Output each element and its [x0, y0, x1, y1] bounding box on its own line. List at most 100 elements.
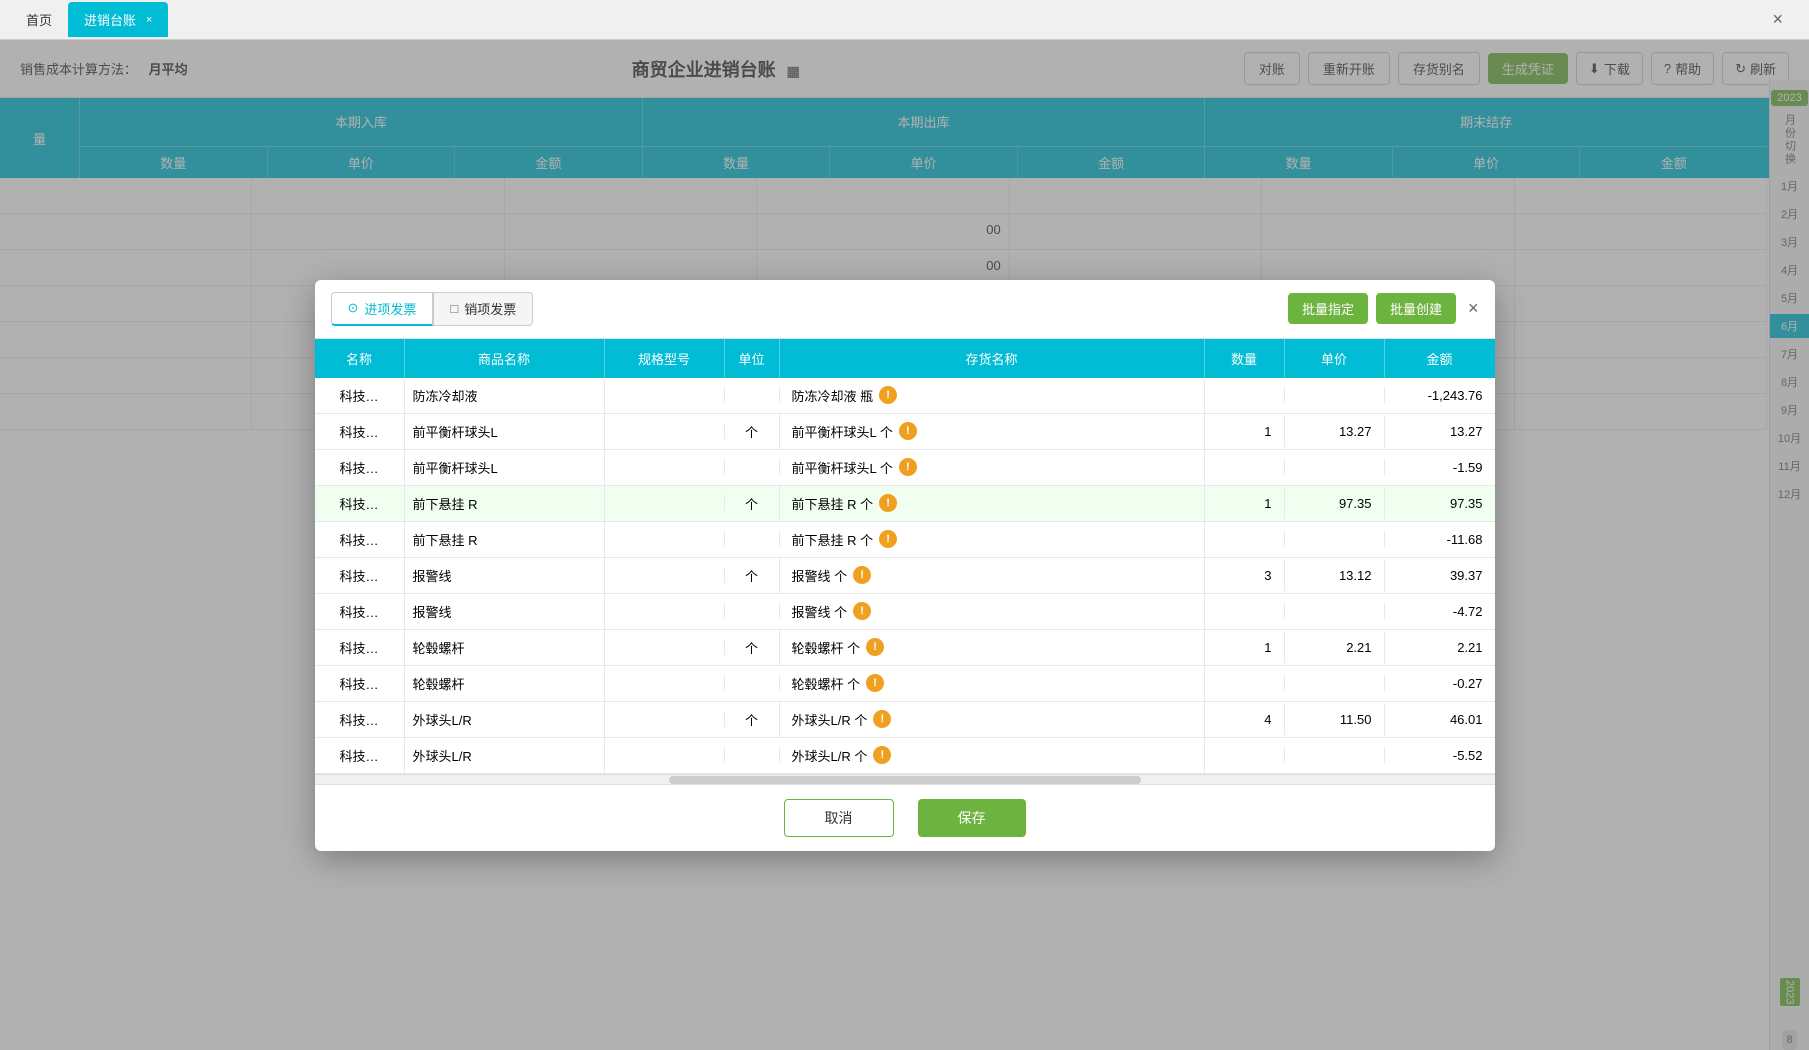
tab-ledger[interactable]: 进销台账 × [68, 2, 168, 37]
cell-unit [725, 747, 780, 763]
cell-amount: 39.37 [1385, 560, 1495, 591]
cell-qty [1205, 459, 1285, 475]
cell-price [1285, 675, 1385, 691]
cell-amount: -1,243.76 [1385, 380, 1495, 411]
cell-price [1285, 459, 1385, 475]
cell-product: 报警线 [405, 594, 605, 629]
cell-unit [725, 531, 780, 547]
table-row[interactable]: 科技… 外球头L/R 个 外球头L/R 个 ! 4 11.50 46.01 [315, 702, 1495, 738]
warning-icon: ! [899, 458, 917, 476]
cell-qty: 4 [1205, 704, 1285, 735]
cell-spec [605, 531, 725, 547]
cell-spec [605, 567, 725, 583]
tab-close-icon[interactable]: × [146, 14, 152, 26]
cell-price [1285, 747, 1385, 763]
cell-product: 前下悬挂 R [405, 522, 605, 557]
tab-home[interactable]: 首页 [10, 2, 68, 37]
tab-incoming-invoice[interactable]: ⊙ 进项发票 [331, 292, 434, 326]
cell-amount: -4.72 [1385, 596, 1495, 627]
cell-stock: 报警线 个 ! [780, 558, 1205, 593]
cell-spec [605, 747, 725, 763]
cell-unit [725, 603, 780, 619]
modal-table-body: 科技… 防冻冷却液 防冻冷却液 瓶 ! -1,243.76 科技… 前平衡杆球头… [315, 378, 1495, 774]
table-row[interactable]: 科技… 外球头L/R 外球头L/R 个 ! -5.52 [315, 738, 1495, 774]
cell-qty [1205, 675, 1285, 691]
col-header-qty: 数量 [1205, 339, 1285, 378]
cell-amount: -1.59 [1385, 452, 1495, 483]
table-row[interactable]: 科技… 轮毂螺杆 个 轮毂螺杆 个 ! 1 2.21 2.21 [315, 630, 1495, 666]
cell-amount: 13.27 [1385, 416, 1495, 447]
modal-overlay: ⊙ 进项发票 □ 销项发票 批量指定 批量创建 × 名称 [0, 40, 1809, 1050]
cell-price [1285, 531, 1385, 547]
cell-unit: 个 [725, 414, 780, 449]
cell-unit: 个 [725, 558, 780, 593]
table-row[interactable]: 科技… 前下悬挂 R 个 前下悬挂 R 个 ! 1 97.35 97.35 [315, 486, 1495, 522]
cell-stock: 报警线 个 ! [780, 594, 1205, 629]
col-header-stock: 存货名称 [780, 339, 1205, 378]
warning-icon: ! [873, 746, 891, 764]
batch-create-button[interactable]: 批量创建 [1376, 293, 1456, 324]
cell-price: 11.50 [1285, 704, 1385, 735]
table-row[interactable]: 科技… 轮毂螺杆 轮毂螺杆 个 ! -0.27 [315, 666, 1495, 702]
cell-product: 外球头L/R [405, 702, 605, 737]
save-button[interactable]: 保存 [918, 799, 1026, 837]
cell-unit: 个 [725, 486, 780, 521]
col-header-price: 单价 [1285, 339, 1385, 378]
cell-unit [725, 459, 780, 475]
outgoing-invoice-icon: □ [450, 301, 458, 316]
modal-close-button[interactable]: × [1468, 298, 1479, 319]
cell-spec [605, 675, 725, 691]
cell-product: 前平衡杆球头L [405, 450, 605, 485]
cell-unit: 个 [725, 630, 780, 665]
table-row[interactable]: 科技… 报警线 报警线 个 ! -4.72 [315, 594, 1495, 630]
cell-product: 轮毂螺杆 [405, 666, 605, 701]
cell-price: 13.12 [1285, 560, 1385, 591]
cell-name: 科技… [315, 558, 405, 593]
modal-table-header: 名称 商品名称 规格型号 单位 存货名称 数量 单价 金额 [315, 339, 1495, 378]
warning-icon: ! [899, 422, 917, 440]
modal-tabs: ⊙ 进项发票 □ 销项发票 [331, 292, 534, 326]
cancel-button[interactable]: 取消 [784, 799, 894, 837]
modal-table: 名称 商品名称 规格型号 单位 存货名称 数量 单价 金额 科技… 防冻冷却液 … [315, 339, 1495, 784]
cell-price: 2.21 [1285, 632, 1385, 663]
cell-name: 科技… [315, 450, 405, 485]
modal-header-buttons: 批量指定 批量创建 [1288, 293, 1456, 324]
tab-outgoing-invoice[interactable]: □ 销项发票 [433, 292, 533, 326]
table-row[interactable]: 科技… 前下悬挂 R 前下悬挂 R 个 ! -11.68 [315, 522, 1495, 558]
cell-spec [605, 603, 725, 619]
cell-name: 科技… [315, 594, 405, 629]
cell-qty [1205, 747, 1285, 763]
batch-assign-button[interactable]: 批量指定 [1288, 293, 1368, 324]
col-header-amount: 金额 [1385, 339, 1495, 378]
cell-stock: 防冻冷却液 瓶 ! [780, 378, 1205, 413]
warning-icon: ! [853, 602, 871, 620]
horizontal-scrollbar[interactable] [315, 774, 1495, 784]
cell-stock: 外球头L/R 个 ! [780, 702, 1205, 737]
cell-qty [1205, 603, 1285, 619]
cell-stock: 前下悬挂 R 个 ! [780, 486, 1205, 521]
col-header-product: 商品名称 [405, 339, 605, 378]
cell-amount: -11.68 [1385, 524, 1495, 555]
table-row[interactable]: 科技… 前平衡杆球头L 前平衡杆球头L 个 ! -1.59 [315, 450, 1495, 486]
cell-name: 科技… [315, 522, 405, 557]
cell-stock: 轮毂螺杆 个 ! [780, 630, 1205, 665]
cell-spec [605, 423, 725, 439]
table-row[interactable]: 科技… 防冻冷却液 防冻冷却液 瓶 ! -1,243.76 [315, 378, 1495, 414]
cell-stock: 前下悬挂 R 个 ! [780, 522, 1205, 557]
table-row[interactable]: 科技… 报警线 个 报警线 个 ! 3 13.12 39.37 [315, 558, 1495, 594]
cell-price: 97.35 [1285, 488, 1385, 519]
cell-qty [1205, 387, 1285, 403]
cell-name: 科技… [315, 378, 405, 413]
cell-product: 外球头L/R [405, 738, 605, 773]
app-close-button[interactable]: × [1756, 9, 1799, 30]
warning-icon: ! [879, 386, 897, 404]
table-row[interactable]: 科技… 前平衡杆球头L 个 前平衡杆球头L 个 ! 1 13.27 13.27 [315, 414, 1495, 450]
cell-stock: 轮毂螺杆 个 ! [780, 666, 1205, 701]
cell-qty [1205, 531, 1285, 547]
cell-name: 科技… [315, 666, 405, 701]
cell-spec [605, 711, 725, 727]
cell-unit [725, 675, 780, 691]
col-header-spec: 规格型号 [605, 339, 725, 378]
cell-name: 科技… [315, 486, 405, 521]
warning-icon: ! [879, 530, 897, 548]
